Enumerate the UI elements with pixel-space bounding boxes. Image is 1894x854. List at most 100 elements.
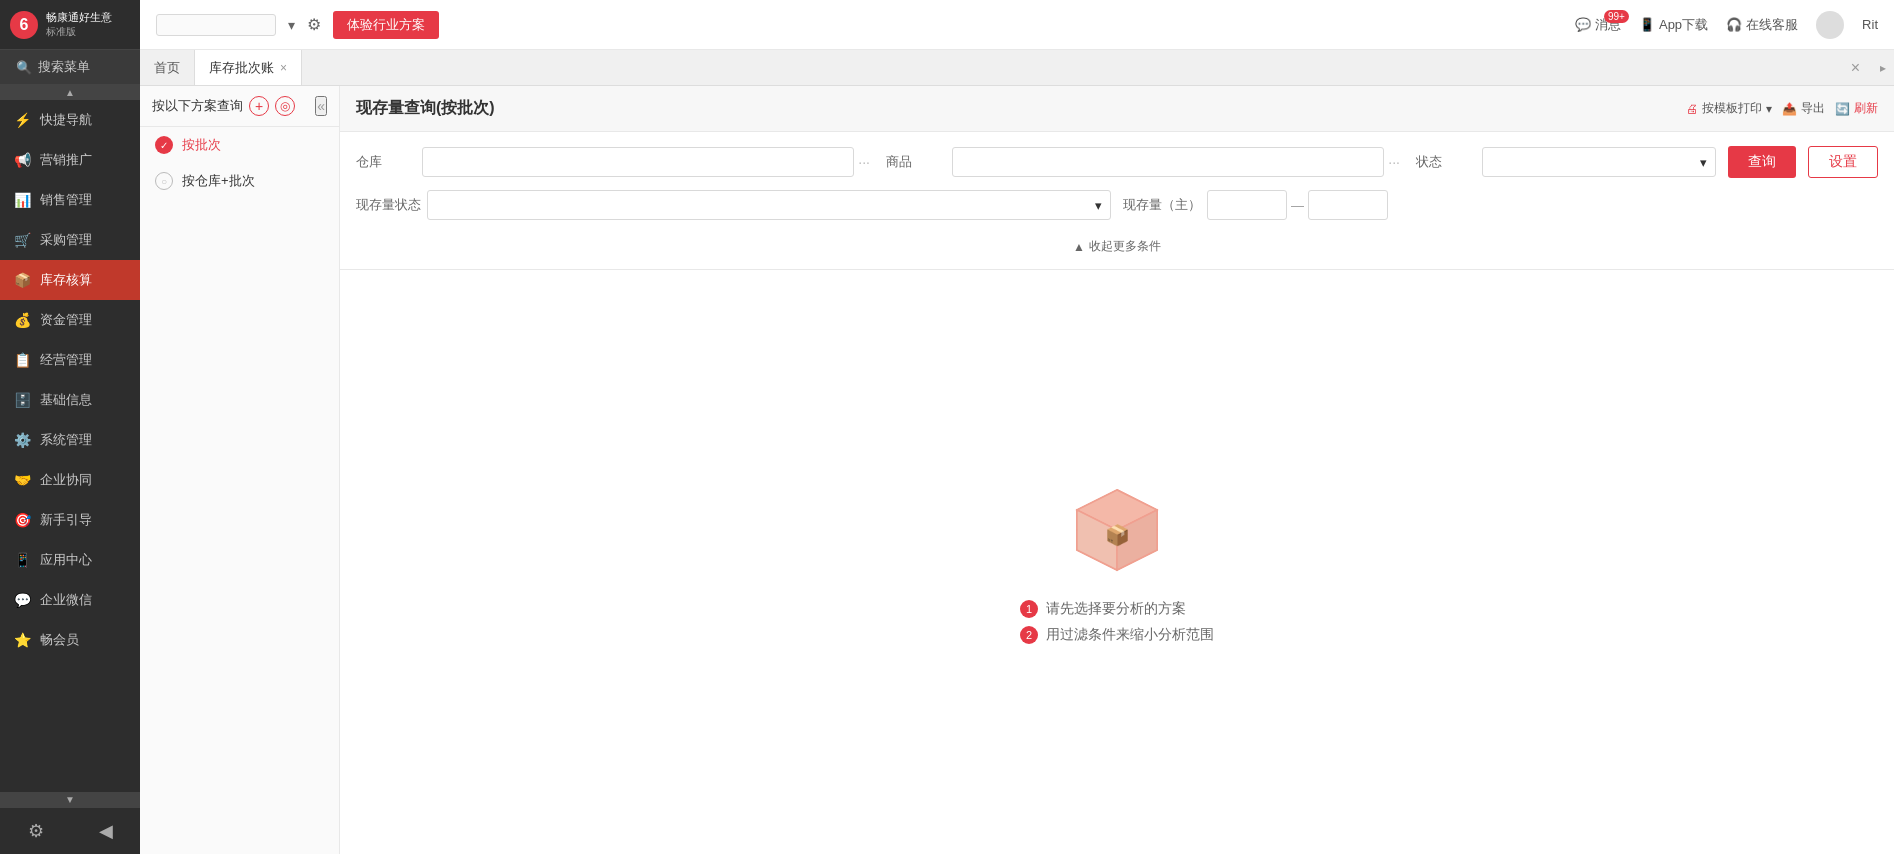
sidebar-collapse-btn[interactable]: ◀ xyxy=(91,816,121,846)
svg-text:📦: 📦 xyxy=(1105,523,1130,547)
sidebar-item-purchase[interactable]: 🛒 采购管理 xyxy=(0,220,140,260)
messages-btn[interactable]: 💬 消息 99+ xyxy=(1575,16,1621,34)
app-download-label: App下载 xyxy=(1659,16,1708,34)
breadcrumb-input[interactable] xyxy=(156,14,276,36)
filter-item-by-batch[interactable]: ✓ 按批次 xyxy=(140,127,339,163)
filter-add-btn[interactable]: + xyxy=(249,96,269,116)
member-icon: ⭐ xyxy=(12,630,32,650)
filter-collapse-btn[interactable]: « xyxy=(315,96,327,116)
page-header: 现存量查询(按批次) 🖨 按模板打印 ▾ 📤 导出 🔄 刷新 xyxy=(340,86,1894,132)
empty-state: 📦 1 请先选择要分析的方案 2 用过滤条件来缩小分析范围 xyxy=(340,270,1894,854)
status-field: 状态 ▾ xyxy=(1416,147,1716,177)
sidebar-item-wechat[interactable]: 💬 企业微信 xyxy=(0,580,140,620)
product-more-btn[interactable]: ··· xyxy=(1384,154,1404,170)
filter-sidebar: 按以下方案查询 + ◎ « ✓ 按批次 ○ 按仓库+批次 xyxy=(140,86,340,854)
sidebar-label-shortcut: 快捷导航 xyxy=(40,111,92,129)
online-service-btn[interactable]: 🎧 在线客服 xyxy=(1726,16,1798,34)
sidebar-scroll-down[interactable]: ▼ xyxy=(0,792,140,807)
inventory-qty-max-input[interactable] xyxy=(1308,190,1388,220)
warehouse-field: 仓库 ··· xyxy=(356,147,874,177)
sidebar: 6 畅康通好生意 标准版 🔍 搜索菜单 ▲ ⚡ 快捷导航 📢 营销推广 📊 销售… xyxy=(0,0,140,854)
sidebar-item-member[interactable]: ⭐ 畅会员 xyxy=(0,620,140,660)
sidebar-label-collab: 企业协同 xyxy=(40,471,92,489)
filter-item-label-by-warehouse: 按仓库+批次 xyxy=(182,172,255,190)
sidebar-item-sales[interactable]: 📊 销售管理 xyxy=(0,180,140,220)
product-field: 商品 ··· xyxy=(886,147,1404,177)
tab-close-btn[interactable]: × xyxy=(280,62,287,74)
step-1-text: 请先选择要分析的方案 xyxy=(1046,600,1186,618)
main-panel: 现存量查询(按批次) 🖨 按模板打印 ▾ 📤 导出 🔄 刷新 xyxy=(340,86,1894,854)
sidebar-logo: 6 畅康通好生意 标准版 xyxy=(0,0,140,50)
inventory-qty-label: 现存量（主） xyxy=(1123,196,1201,214)
sidebar-item-marketing[interactable]: 📢 营销推广 xyxy=(0,140,140,180)
warehouse-input[interactable] xyxy=(422,147,854,177)
sidebar-item-shortcut[interactable]: ⚡ 快捷导航 xyxy=(0,100,140,140)
sidebar-label-member: 畅会员 xyxy=(40,631,79,649)
inventory-status-field: 现存量状态 ▾ xyxy=(356,190,1111,220)
refresh-label: 刷新 xyxy=(1854,100,1878,117)
filter-item-by-warehouse-batch[interactable]: ○ 按仓库+批次 xyxy=(140,163,339,199)
sidebar-label-purchase: 采购管理 xyxy=(40,231,92,249)
inventory-status-label: 现存量状态 xyxy=(356,196,421,214)
topbar: ▾ ⚙ 体验行业方案 💬 消息 99+ 📱 App下载 🎧 在线客服 Rit xyxy=(140,0,1894,50)
query-btn[interactable]: 查询 xyxy=(1728,146,1796,178)
topbar-gear-btn[interactable]: ⚙ xyxy=(307,15,321,34)
sidebar-item-finance[interactable]: 💰 资金管理 xyxy=(0,300,140,340)
username-label[interactable]: Rit xyxy=(1862,17,1878,32)
form-row-2: 现存量状态 ▾ 现存量（主） — xyxy=(356,190,1878,220)
inventory-qty-min-input[interactable] xyxy=(1207,190,1287,220)
settings-btn[interactable]: 设置 xyxy=(1808,146,1878,178)
collapse-row[interactable]: ▲ 收起更多条件 xyxy=(356,232,1878,255)
warehouse-more-btn[interactable]: ··· xyxy=(854,154,874,170)
trial-btn[interactable]: 体验行业方案 xyxy=(333,11,439,39)
filter-target-btn[interactable]: ◎ xyxy=(275,96,295,116)
newbie-icon: 🎯 xyxy=(12,510,32,530)
tab-home[interactable]: 首页 xyxy=(140,50,195,85)
status-label: 状态 xyxy=(1416,153,1476,171)
sidebar-item-apps[interactable]: 📱 应用中心 xyxy=(0,540,140,580)
sidebar-item-collab[interactable]: 🤝 企业协同 xyxy=(0,460,140,500)
print-dropdown-icon[interactable]: ▾ xyxy=(1766,102,1772,116)
step-1-num: 1 xyxy=(1020,600,1038,618)
sidebar-search[interactable]: 🔍 搜索菜单 xyxy=(0,50,140,85)
app-edition: 标准版 xyxy=(46,25,112,39)
sidebar-item-basic[interactable]: 🗄️ 基础信息 xyxy=(0,380,140,420)
sidebar-search-label: 搜索菜单 xyxy=(38,58,90,76)
print-btn[interactable]: 🖨 按模板打印 ▾ xyxy=(1686,100,1772,117)
messages-badge: 99+ xyxy=(1604,10,1629,23)
sidebar-settings-btn[interactable]: ⚙ xyxy=(20,816,52,846)
sidebar-label-inventory: 库存核算 xyxy=(40,271,92,289)
wechat-icon: 💬 xyxy=(12,590,32,610)
inventory-status-select[interactable]: ▾ xyxy=(427,190,1111,220)
empty-step-2: 2 用过滤条件来缩小分析范围 xyxy=(1020,626,1214,644)
purchase-icon: 🛒 xyxy=(12,230,32,250)
tab-batch-ledger-label: 库存批次账 xyxy=(209,59,274,77)
sidebar-scroll-up[interactable]: ▲ xyxy=(0,85,140,100)
user-avatar[interactable] xyxy=(1816,11,1844,39)
sidebar-item-inventory[interactable]: 📦 库存核算 xyxy=(0,260,140,300)
filter-sidebar-header: 按以下方案查询 + ◎ « xyxy=(140,86,339,127)
sidebar-label-basic: 基础信息 xyxy=(40,391,92,409)
sidebar-item-business[interactable]: 📋 经营管理 xyxy=(0,340,140,380)
tabbar-expand-btn[interactable]: ▸ xyxy=(1872,61,1894,75)
refresh-btn[interactable]: 🔄 刷新 xyxy=(1835,100,1878,117)
app-download-btn[interactable]: 📱 App下载 xyxy=(1639,16,1708,34)
page-title: 现存量查询(按批次) xyxy=(356,98,495,119)
phone-icon: 📱 xyxy=(1639,17,1655,32)
status-select[interactable]: ▾ xyxy=(1482,147,1716,177)
app-logo-icon: 6 xyxy=(10,11,38,39)
tabbar-close-all-btn[interactable]: × xyxy=(1839,59,1872,77)
tab-batch-ledger[interactable]: 库存批次账 × xyxy=(195,50,302,85)
sidebar-item-newbie[interactable]: 🎯 新手引导 xyxy=(0,500,140,540)
product-label: 商品 xyxy=(886,153,946,171)
main-area: ▾ ⚙ 体验行业方案 💬 消息 99+ 📱 App下载 🎧 在线客服 Rit 首… xyxy=(140,0,1894,854)
headset-icon: 🎧 xyxy=(1726,17,1742,32)
breadcrumb-dropdown-btn[interactable]: ▾ xyxy=(288,17,295,33)
step-2-text: 用过滤条件来缩小分析范围 xyxy=(1046,626,1214,644)
sidebar-label-finance: 资金管理 xyxy=(40,311,92,329)
sidebar-item-system[interactable]: ⚙️ 系统管理 xyxy=(0,420,140,460)
tab-home-label: 首页 xyxy=(154,59,180,77)
export-btn[interactable]: 📤 导出 xyxy=(1782,100,1825,117)
product-input[interactable] xyxy=(952,147,1384,177)
collapse-up-icon: ▲ xyxy=(1073,240,1085,254)
